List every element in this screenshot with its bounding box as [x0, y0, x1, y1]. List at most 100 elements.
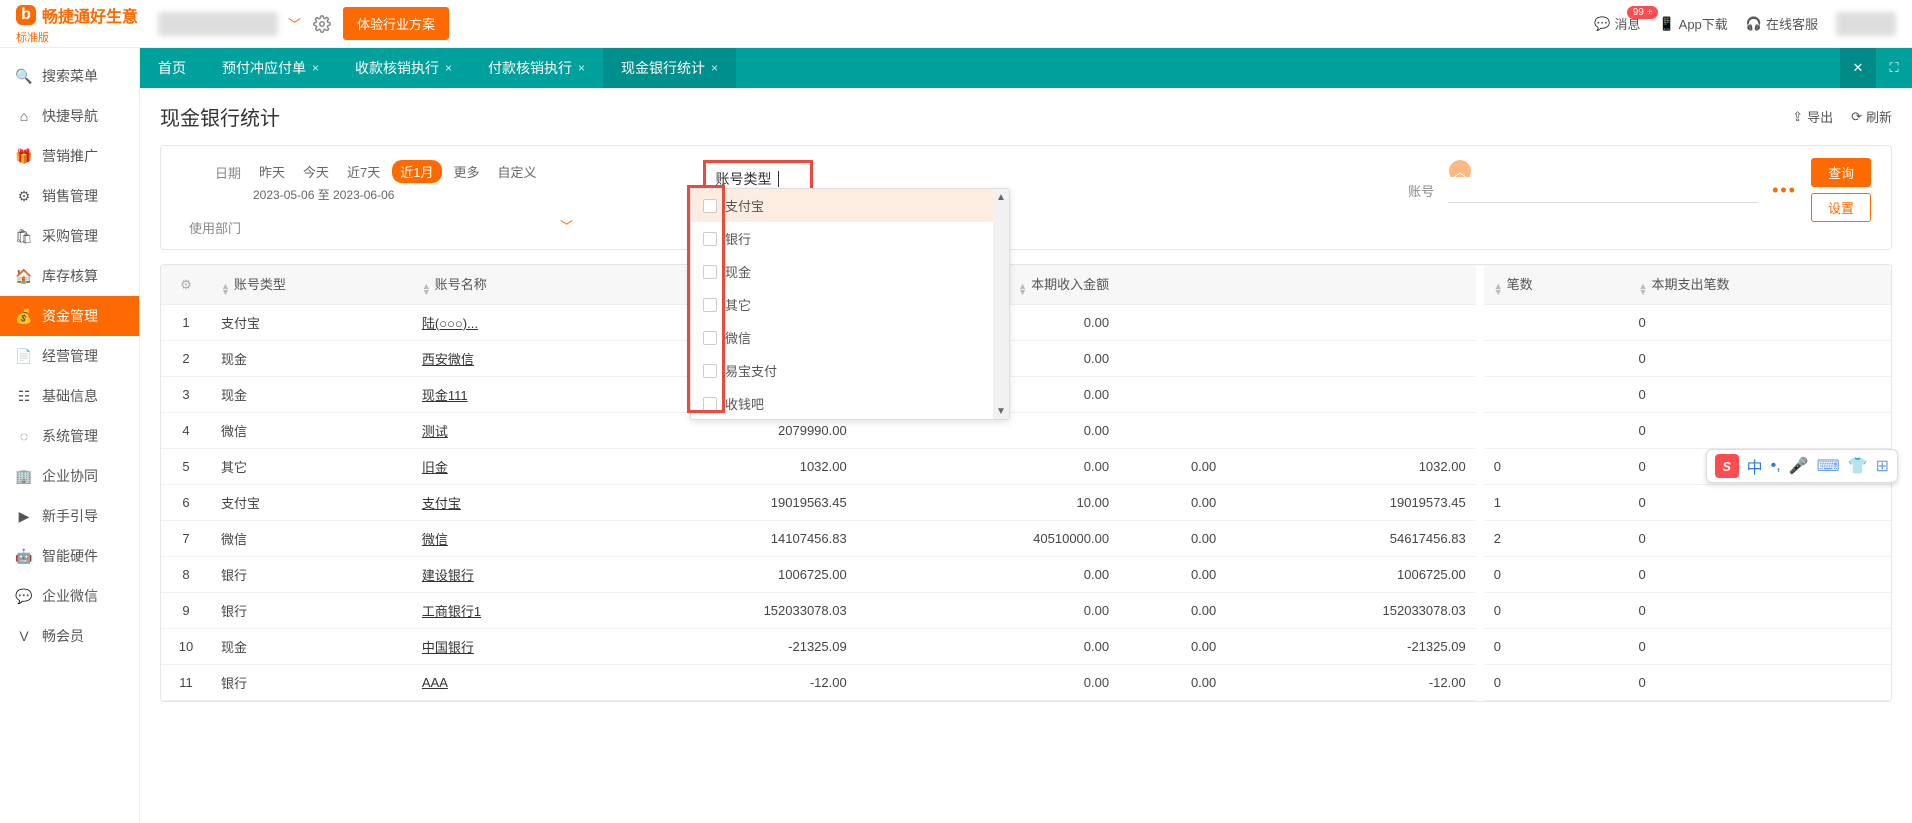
ime-keyboard-icon[interactable]: ⌨: [1817, 456, 1840, 476]
refresh-button[interactable]: ⟳ 刷新: [1851, 107, 1892, 126]
column-header[interactable]: ▲▼本期支出笔数: [1629, 265, 1891, 305]
column-header[interactable]: ▲▼笔数: [1480, 265, 1629, 305]
tab[interactable]: 现金银行统计×: [603, 48, 736, 88]
sidebar-item[interactable]: ☷基础信息: [0, 376, 139, 416]
column-header[interactable]: [1226, 265, 1479, 305]
date-option[interactable]: 更多: [448, 160, 486, 183]
table-row[interactable]: 10 现金 中国银行 -21325.09 0.00 0.00 -21325.09…: [161, 629, 1891, 665]
table-settings-icon[interactable]: ⚙: [161, 265, 211, 305]
table-row[interactable]: 9 银行 工商银行1 152033078.03 0.00 0.00 152033…: [161, 593, 1891, 629]
table-row[interactable]: 8 银行 建设银行 1006725.00 0.00 0.00 1006725.0…: [161, 557, 1891, 593]
sidebar-item[interactable]: 🏠库存核算: [0, 256, 139, 296]
support-link[interactable]: 🎧 在线客服: [1746, 14, 1818, 33]
sidebar-item[interactable]: ▶新手引导: [0, 496, 139, 536]
sidebar-item[interactable]: 🎁营销推广: [0, 136, 139, 176]
sidebar-item[interactable]: 🔍搜索菜单: [0, 56, 139, 96]
table-row[interactable]: 11 银行 AAA -12.00 0.00 0.00 -12.00 0 0: [161, 665, 1891, 701]
table-row[interactable]: 6 支付宝 支付宝 19019563.45 10.00 0.00 1901957…: [161, 485, 1891, 521]
account-name-link[interactable]: 现金111: [422, 388, 468, 403]
date-option[interactable]: 自定义: [492, 160, 543, 183]
checkbox[interactable]: [703, 331, 717, 345]
tab[interactable]: 首页: [140, 48, 204, 88]
dropdown-option[interactable]: 支付宝: [691, 189, 1009, 222]
fullscreen-icon[interactable]: ⛶: [1876, 48, 1912, 88]
account-name-link[interactable]: AAA: [422, 675, 448, 690]
table-row[interactable]: 3 现金 现金111 53337567.78 0.00 0: [161, 377, 1891, 413]
sidebar-item[interactable]: 🤖智能硬件: [0, 536, 139, 576]
table-row[interactable]: 2 现金 西安微信 -40990.00 0.00 0: [161, 341, 1891, 377]
sidebar-item[interactable]: ⌂快捷导航: [0, 96, 139, 136]
dropdown-option[interactable]: 现金: [691, 255, 1009, 288]
sogou-icon[interactable]: S: [1715, 454, 1739, 478]
column-header[interactable]: [1119, 265, 1226, 305]
gear-icon[interactable]: [313, 15, 331, 33]
account-name-link[interactable]: 测试: [422, 424, 448, 439]
ime-punct-icon[interactable]: •,: [1771, 457, 1781, 475]
date-option[interactable]: 昨天: [253, 160, 291, 183]
table-row[interactable]: 1 支付宝 陆(○○○)... -10000.00 0.00 0: [161, 305, 1891, 341]
tab[interactable]: 预付冲应付单×: [204, 48, 337, 88]
account-name-link[interactable]: 微信: [422, 532, 448, 547]
checkbox[interactable]: [703, 199, 717, 213]
date-option[interactable]: 今天: [297, 160, 335, 183]
trial-button[interactable]: 体验行业方案: [343, 7, 449, 40]
close-icon[interactable]: ×: [711, 61, 718, 75]
tab[interactable]: 收款核销执行×: [337, 48, 470, 88]
account-name-link[interactable]: 西安微信: [422, 352, 474, 367]
ime-lang[interactable]: 中: [1747, 454, 1763, 478]
user-avatar-blurred[interactable]: [1836, 12, 1896, 36]
account-name-link[interactable]: 工商银行1: [422, 604, 481, 619]
account-name-link[interactable]: 陆(○○○)...: [422, 316, 478, 331]
date-option[interactable]: 近1月: [392, 160, 441, 183]
settings-button[interactable]: 设置: [1811, 193, 1871, 222]
sidebar-item[interactable]: 🛍采购管理: [0, 216, 139, 256]
export-button[interactable]: ⇪ 导出: [1792, 107, 1833, 126]
close-icon[interactable]: ×: [312, 61, 319, 75]
column-header[interactable]: ▲▼账号名称: [412, 265, 613, 305]
date-option[interactable]: 近7天: [341, 160, 386, 183]
dropdown-option[interactable]: 易宝支付: [691, 354, 1009, 387]
table-row[interactable]: 4 微信 测试 2079990.00 0.00 0: [161, 413, 1891, 449]
checkbox[interactable]: [703, 298, 717, 312]
close-tab-button[interactable]: ✕: [1840, 48, 1876, 88]
close-icon[interactable]: ×: [578, 61, 585, 75]
account-input[interactable]: [1448, 177, 1758, 203]
sidebar-item[interactable]: 🏢企业协同: [0, 456, 139, 496]
dropdown-option[interactable]: 银行: [691, 222, 1009, 255]
query-button[interactable]: 查询: [1811, 158, 1871, 187]
checkbox[interactable]: [703, 265, 717, 279]
close-icon[interactable]: ×: [445, 61, 452, 75]
account-name-link[interactable]: 支付宝: [422, 496, 461, 511]
org-dropdown-icon[interactable]: ﹀: [288, 14, 301, 33]
ime-mic-icon[interactable]: 🎤: [1789, 456, 1809, 476]
messages-link[interactable]: 💬 消息 99 +: [1594, 14, 1640, 33]
app-download-link[interactable]: 📱 App下载: [1658, 14, 1727, 33]
scroll-down-icon[interactable]: ▼: [993, 403, 1009, 419]
account-name-link[interactable]: 旧金: [422, 460, 448, 475]
dropdown-scrollbar[interactable]: ▲ ▼: [993, 189, 1009, 419]
sidebar-item[interactable]: ⚙销售管理: [0, 176, 139, 216]
sidebar-item[interactable]: 💬企业微信: [0, 576, 139, 616]
checkbox[interactable]: [703, 397, 717, 411]
ime-toolbox-icon[interactable]: ⊞: [1876, 456, 1889, 476]
column-header[interactable]: ▲▼账号类型: [211, 265, 412, 305]
more-dots-icon[interactable]: •••: [1772, 180, 1797, 201]
scroll-up-icon[interactable]: ▲: [993, 189, 1009, 205]
sidebar-item[interactable]: ◌系统管理: [0, 416, 139, 456]
table-row[interactable]: 7 微信 微信 14107456.83 40510000.00 0.00 546…: [161, 521, 1891, 557]
table-row[interactable]: 5 其它 旧金 1032.00 0.00 0.00 1032.00 0 0: [161, 449, 1891, 485]
account-name-link[interactable]: 中国银行: [422, 640, 474, 655]
dept-select[interactable]: ﹀: [253, 213, 573, 239]
checkbox[interactable]: [703, 364, 717, 378]
sidebar-item[interactable]: 💰资金管理: [0, 296, 139, 336]
dropdown-option[interactable]: 其它: [691, 288, 1009, 321]
account-name-link[interactable]: 建设银行: [422, 568, 474, 583]
ime-skin-icon[interactable]: 👕: [1848, 456, 1868, 476]
dropdown-option[interactable]: 微信: [691, 321, 1009, 354]
checkbox[interactable]: [703, 232, 717, 246]
dropdown-option[interactable]: 收钱吧: [691, 387, 1009, 419]
tab[interactable]: 付款核销执行×: [470, 48, 603, 88]
ime-toolbar[interactable]: S 中 •, 🎤 ⌨ 👕 ⊞: [1706, 449, 1898, 483]
sidebar-item[interactable]: V畅会员: [0, 616, 139, 656]
sidebar-item[interactable]: 📄经营管理: [0, 336, 139, 376]
